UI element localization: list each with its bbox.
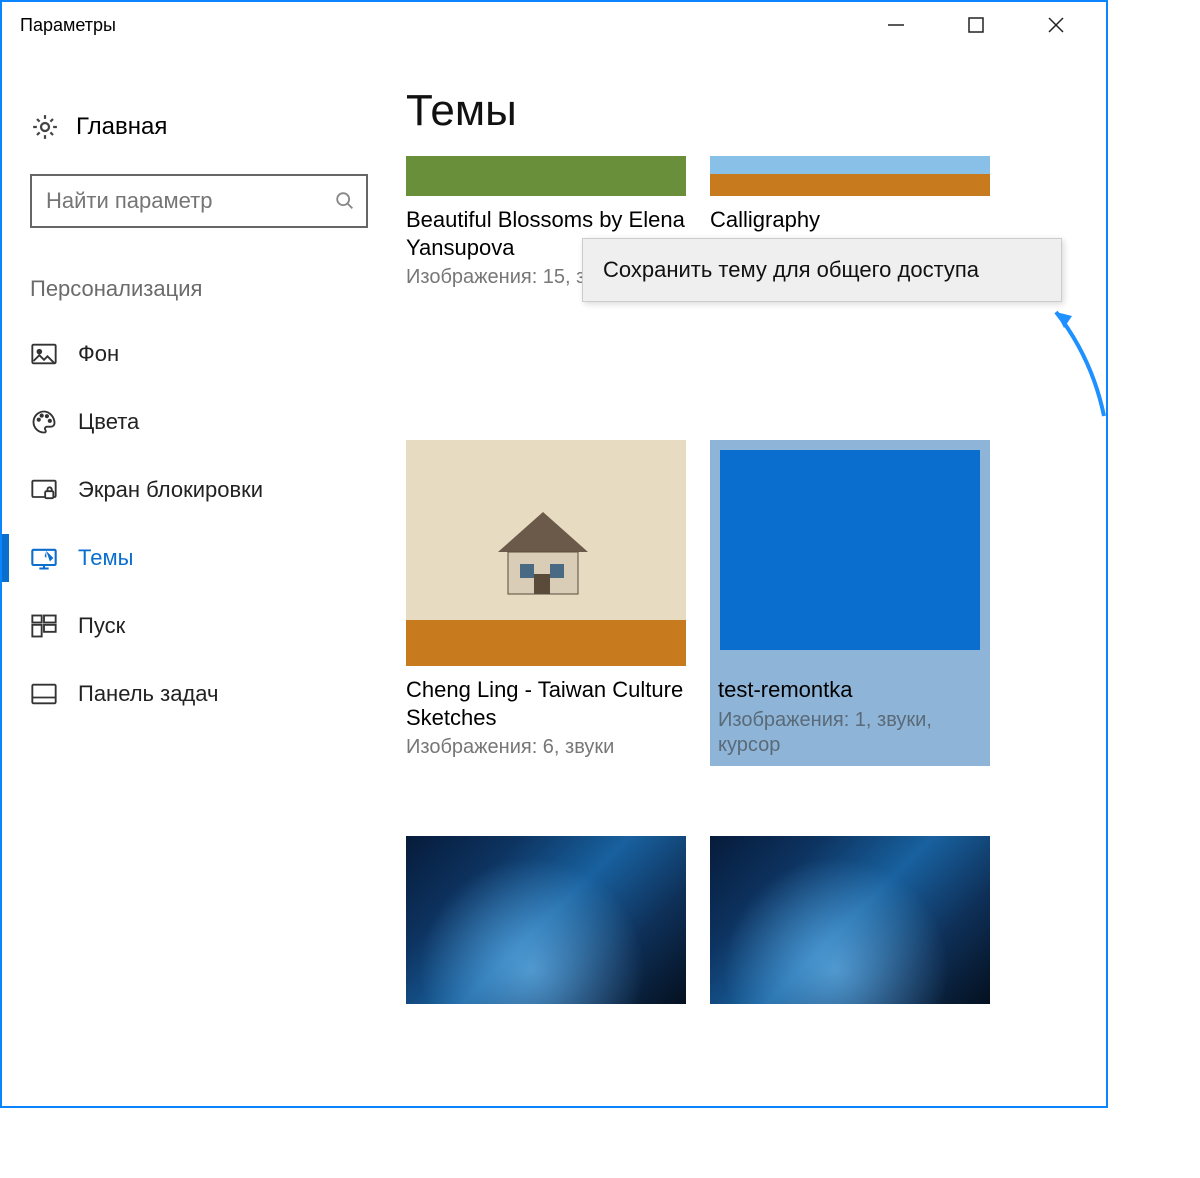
theme-thumbnail <box>406 836 686 1004</box>
theme-card[interactable] <box>406 836 686 1004</box>
sidebar-item-label: Панель задач <box>78 681 219 707</box>
context-menu: Сохранить тему для общего доступа <box>582 238 1062 302</box>
theme-card[interactable]: Cheng Ling - Taiwan Culture Sketches Изо… <box>406 440 686 766</box>
sidebar-item-label: Цвета <box>78 409 139 435</box>
home-link[interactable]: Главная <box>2 102 382 152</box>
maximize-button[interactable] <box>936 2 1016 48</box>
sidebar-item-label: Пуск <box>78 613 125 639</box>
theme-name: Calligraphy <box>710 206 990 234</box>
sidebar: Главная Персонализация Фон Цвета <box>2 48 382 1106</box>
sidebar-item-label: Экран блокировки <box>78 477 263 503</box>
section-title: Персонализация <box>2 228 382 320</box>
search-icon <box>334 190 356 212</box>
theme-info: Изображения: 6, звуки <box>406 735 686 760</box>
theme-card-selected[interactable]: test-remontka Изображения: 1, звуки, кур… <box>710 440 990 766</box>
close-button[interactable] <box>1016 2 1096 48</box>
search-input[interactable] <box>46 188 334 214</box>
sidebar-item-colors[interactable]: Цвета <box>2 388 382 456</box>
sidebar-item-background[interactable]: Фон <box>2 320 382 388</box>
main-content: Темы Beautiful Blossoms by Elena Yansupo… <box>382 48 1106 1106</box>
theme-info: Изображения: 1, звуки, курсор <box>710 708 990 758</box>
theme-thumbnail <box>406 440 686 666</box>
theme-name: test-remontka <box>710 676 990 704</box>
title-bar: Параметры <box>2 2 1106 48</box>
theme-thumbnail <box>710 156 990 196</box>
palette-icon <box>30 408 58 436</box>
themes-icon <box>30 544 58 572</box>
theme-name: Cheng Ling - Taiwan Culture Sketches <box>406 676 686 731</box>
sidebar-item-label: Фон <box>78 341 119 367</box>
home-label: Главная <box>76 113 167 141</box>
sidebar-item-taskbar[interactable]: Панель задач <box>2 660 382 728</box>
lockscreen-icon <box>30 476 58 504</box>
gear-icon <box>30 112 60 142</box>
theme-card[interactable] <box>710 836 990 1004</box>
window-title: Параметры <box>20 15 116 36</box>
taskbar-icon <box>30 680 58 708</box>
picture-icon <box>30 340 58 368</box>
sidebar-item-lockscreen[interactable]: Экран блокировки <box>2 456 382 524</box>
theme-thumbnail <box>710 836 990 1004</box>
minimize-button[interactable] <box>856 2 936 48</box>
theme-thumbnail <box>406 156 686 196</box>
search-box[interactable] <box>30 174 368 228</box>
page-heading: Темы <box>406 86 1096 136</box>
context-menu-item-save-theme[interactable]: Сохранить тему для общего доступа <box>603 257 1041 283</box>
theme-thumbnail <box>710 440 990 666</box>
sidebar-item-themes[interactable]: Темы <box>2 524 382 592</box>
sidebar-item-label: Темы <box>78 545 133 571</box>
sidebar-item-start[interactable]: Пуск <box>2 592 382 660</box>
settings-window: Параметры Главная <box>0 0 1108 1108</box>
start-icon <box>30 612 58 640</box>
